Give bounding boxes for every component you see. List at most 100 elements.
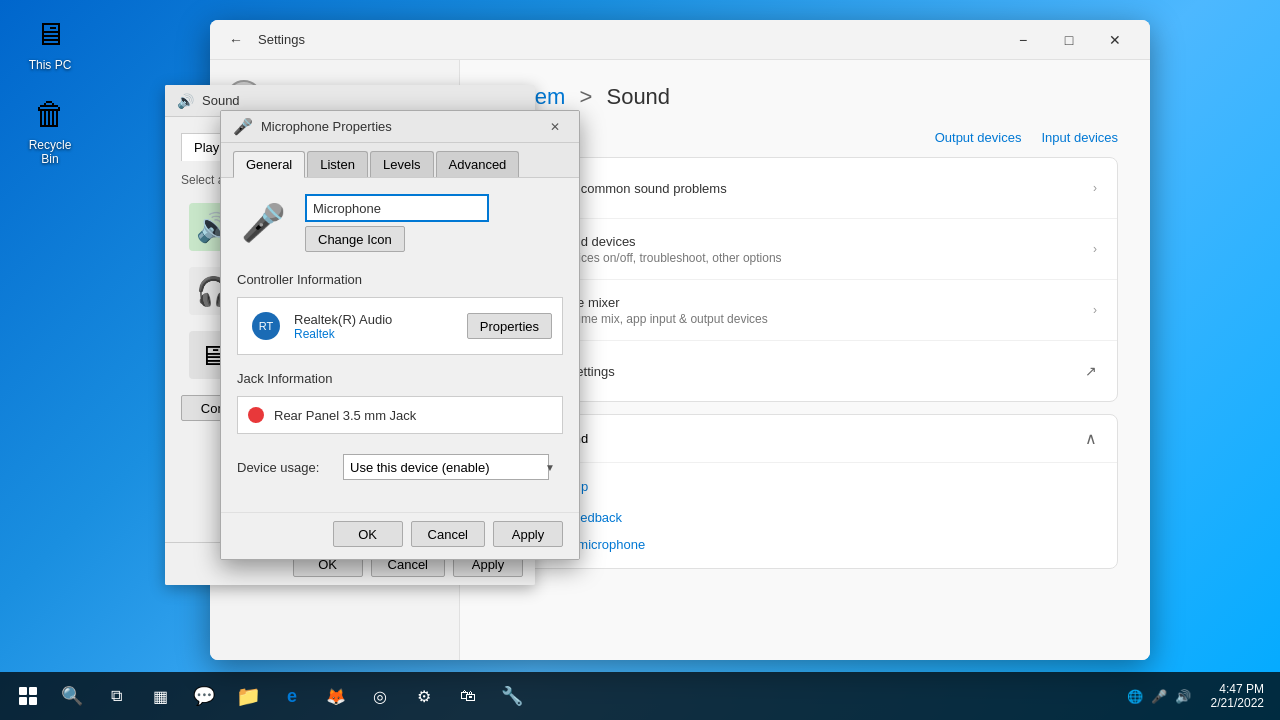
breadcrumb-current: Sound xyxy=(606,84,670,109)
settings-title: Settings xyxy=(258,32,305,47)
troubleshoot-chevron: › xyxy=(1093,181,1097,195)
more-settings-text: d settings xyxy=(559,364,1085,379)
mic-dialog-titlebar: 🎤 Microphone Properties ✕ xyxy=(221,111,579,143)
jack-section: Jack Information Rear Panel 3.5 mm Jack xyxy=(237,371,563,434)
taskbar-app-extra[interactable]: 🔧 xyxy=(492,676,532,716)
taskbar-date: 2/21/2022 xyxy=(1211,696,1264,710)
help-section: p with Sound ∧ 💬 Get help 😊 Give feedbac… xyxy=(492,414,1118,569)
jack-box: Rear Panel 3.5 mm Jack xyxy=(237,396,563,434)
taskbar-speaker-icon[interactable]: 🔊 xyxy=(1175,689,1191,704)
taskbar-widgets[interactable]: ▦ xyxy=(140,676,180,716)
window-controls: − □ ✕ xyxy=(1000,20,1138,60)
minimize-button[interactable]: − xyxy=(1000,20,1046,60)
taskbar-edge[interactable]: e xyxy=(272,676,312,716)
sound-devices-desc: devices on/off, troubleshoot, other opti… xyxy=(559,251,1093,265)
give-feedback-row[interactable]: 😊 Give feedback xyxy=(513,502,1097,533)
jack-indicator xyxy=(248,407,264,423)
mic-tab-advanced[interactable]: Advanced xyxy=(436,151,520,177)
this-pc-label: This PC xyxy=(29,58,72,72)
setting-up-mic-link[interactable]: etting up a microphone xyxy=(513,533,1097,556)
more-settings-row[interactable]: ⚙ d settings ↗ xyxy=(493,341,1117,401)
volume-mixer-chevron: › xyxy=(1093,303,1097,317)
mic-dialog-title: Microphone Properties xyxy=(261,119,535,134)
sound-devices-chevron: › xyxy=(1093,242,1097,256)
playback-title: Sound xyxy=(202,93,240,108)
recycle-bin-icon: 🗑 xyxy=(30,94,70,134)
controller-manufacturer[interactable]: Realtek xyxy=(294,327,457,341)
mic-dialog-tabs: General Listen Levels Advanced xyxy=(221,143,579,178)
desktop-icon-recycle-bin[interactable]: 🗑 Recycle Bin xyxy=(15,90,85,170)
output-devices-tab[interactable]: Output devices xyxy=(935,130,1022,145)
taskbar-explorer[interactable]: 📁 xyxy=(228,676,268,716)
mic-name-input[interactable] xyxy=(305,194,489,222)
help-collapse-icon[interactable]: ∧ xyxy=(1085,429,1097,448)
volume-mixer-text: ume mixer volume mix, app input & output… xyxy=(559,295,1093,326)
taskbar-taskview[interactable]: ⧉ xyxy=(96,676,136,716)
sound-devices-text: ound devices devices on/off, troubleshoo… xyxy=(559,234,1093,265)
taskbar: 🔍 ⧉ ▦ 💬 📁 e 🦊 ◎ ⚙ 🛍 🔧 🌐 🎤 🔊 4:47 PM 2/21… xyxy=(0,672,1280,720)
mic-tab-levels[interactable]: Levels xyxy=(370,151,434,177)
volume-mixer-row[interactable]: 🎛 ume mixer volume mix, app input & outp… xyxy=(493,280,1117,341)
mic-header-row: 🎤 Change Icon xyxy=(237,194,563,252)
sound-devices-row[interactable]: 🔉 ound devices devices on/off, troublesh… xyxy=(493,219,1117,280)
controller-section: Controller Information RT Realtek(R) Aud… xyxy=(237,272,563,355)
taskbar-chrome[interactable]: ◎ xyxy=(360,676,400,716)
maximize-button[interactable]: □ xyxy=(1046,20,1092,60)
taskbar-mic-icon[interactable]: 🎤 xyxy=(1151,689,1167,704)
get-help-row[interactable]: 💬 Get help xyxy=(513,471,1097,502)
troubleshoot-text: oot common sound problems xyxy=(559,181,1093,196)
controller-row: RT Realtek(R) Audio Realtek Properties xyxy=(237,297,563,355)
svg-text:RT: RT xyxy=(259,320,274,332)
settings-titlebar: ← Settings − □ ✕ xyxy=(210,20,1150,60)
mic-device-icon: 🎤 xyxy=(237,197,289,249)
controller-properties-button[interactable]: Properties xyxy=(467,313,552,339)
device-usage-select[interactable]: Use this device (enable) Don't use this … xyxy=(343,454,549,480)
taskbar-chat[interactable]: 💬 xyxy=(184,676,224,716)
desktop: 🖥 This PC 🗑 Recycle Bin ← Settings − □ ✕… xyxy=(0,0,1280,720)
taskbar-sys-icons: 🌐 🎤 🔊 xyxy=(1119,689,1199,704)
jack-label: Jack Information xyxy=(237,371,563,386)
mic-ok-button[interactable]: OK xyxy=(333,521,403,547)
mic-tab-general[interactable]: General xyxy=(233,151,305,178)
jack-location: Rear Panel 3.5 mm Jack xyxy=(274,408,416,423)
help-with-sound-row[interactable]: p with Sound ∧ xyxy=(493,415,1117,463)
taskbar-settings[interactable]: ⚙ xyxy=(404,676,444,716)
mic-name-area: Change Icon xyxy=(305,194,563,252)
breadcrumb: System > Sound xyxy=(492,84,1118,110)
sound-settings-section: 🔊 oot common sound problems › 🔉 ound dev… xyxy=(492,157,1118,402)
mic-dialog-close[interactable]: ✕ xyxy=(543,115,567,139)
mic-tab-listen[interactable]: Listen xyxy=(307,151,368,177)
device-usage-label: Device usage: xyxy=(237,460,327,475)
change-icon-button[interactable]: Change Icon xyxy=(305,226,405,252)
taskbar-store[interactable]: 🛍 xyxy=(448,676,488,716)
close-button[interactable]: ✕ xyxy=(1092,20,1138,60)
start-button[interactable] xyxy=(8,676,48,716)
controller-label: Controller Information xyxy=(237,272,563,287)
troubleshoot-row[interactable]: 🔊 oot common sound problems › xyxy=(493,158,1117,219)
mic-dialog-footer: OK Cancel Apply xyxy=(221,512,579,559)
external-link-icon: ↗ xyxy=(1085,363,1097,379)
taskbar-clock[interactable]: 4:47 PM 2/21/2022 xyxy=(1203,682,1272,710)
taskbar-time: 4:47 PM xyxy=(1219,682,1264,696)
mic-cancel-button[interactable]: Cancel xyxy=(411,521,485,547)
desktop-icon-this-pc[interactable]: 🖥 This PC xyxy=(15,10,85,76)
taskbar-icons: 🔍 ⧉ ▦ 💬 📁 e 🦊 ◎ ⚙ 🛍 🔧 xyxy=(52,676,532,716)
device-usage-select-wrapper: Use this device (enable) Don't use this … xyxy=(343,454,563,480)
back-button[interactable]: ← xyxy=(222,26,250,54)
breadcrumb-separator: > xyxy=(579,84,592,109)
help-links: 💬 Get help 😊 Give feedback etting up a m… xyxy=(493,463,1117,568)
taskbar-search[interactable]: 🔍 xyxy=(52,676,92,716)
mic-apply-button[interactable]: Apply xyxy=(493,521,563,547)
taskbar-network-icon[interactable]: 🌐 xyxy=(1127,689,1143,704)
troubleshoot-title: oot common sound problems xyxy=(559,181,1093,196)
taskbar-firefox[interactable]: 🦊 xyxy=(316,676,356,716)
mic-dialog-icon: 🎤 xyxy=(233,117,253,136)
mic-dialog: 🎤 Microphone Properties ✕ General Listen… xyxy=(220,110,580,560)
this-pc-icon: 🖥 xyxy=(30,14,70,54)
controller-name: Realtek(R) Audio xyxy=(294,312,457,327)
mic-dialog-body: 🎤 Change Icon Controller Information xyxy=(221,178,579,512)
volume-mixer-title: ume mixer xyxy=(559,295,1093,310)
more-settings-title: d settings xyxy=(559,364,1085,379)
recycle-bin-label: Recycle Bin xyxy=(19,138,81,166)
input-devices-tab[interactable]: Input devices xyxy=(1041,130,1118,145)
